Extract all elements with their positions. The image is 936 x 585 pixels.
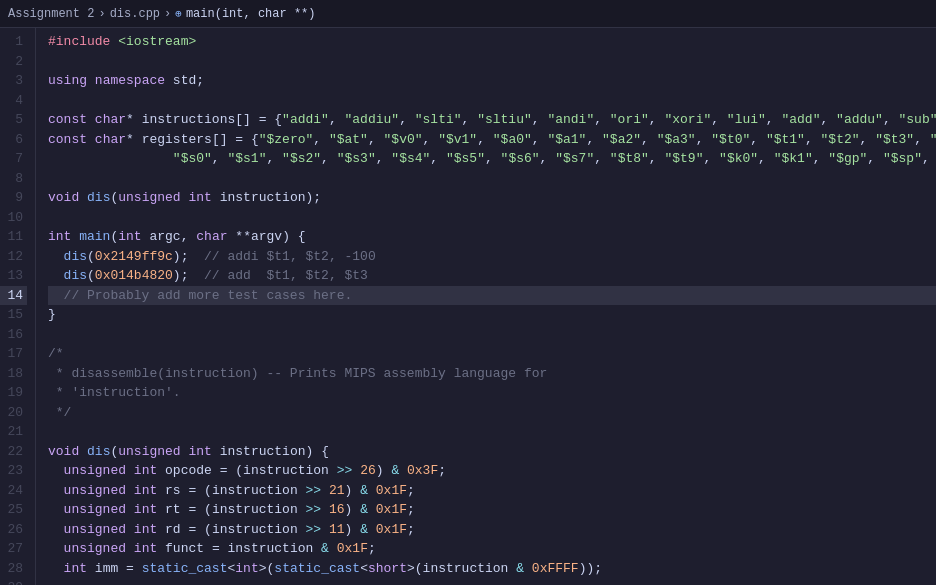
code-line-23: unsigned int opcode = (instruction >> 26… [48,461,936,481]
code-line-27: unsigned int funct = instruction & 0x1F; [48,539,936,559]
code-line-11: int main(int argc, char **argv) { [48,227,936,247]
line-number-26: 26 [0,520,27,540]
line-number-8: 8 [0,169,27,189]
code-line-18: * disassemble(instruction) -- Prints MIP… [48,364,936,384]
line-number-16: 16 [0,325,27,345]
code-line-17: /* [48,344,936,364]
code-line-7: "$s0", "$s1", "$s2", "$s3", "$s4", "$s5"… [48,149,936,169]
code-line-5: const char* instructions[] = {"addi", "a… [48,110,936,130]
line-number-10: 10 [0,208,27,228]
line-number-15: 15 [0,305,27,325]
line-number-4: 4 [0,91,27,111]
tab-breadcrumb: Assignment 2 › dis.cpp › ⊕ main(int, cha… [8,7,316,21]
line-number-11: 11 [0,227,27,247]
code-line-3: using namespace std; [48,71,936,91]
chevron-right-icon2: › [164,7,171,21]
code-line-29 [48,578,936,585]
tab-icon: ⊕ [175,7,182,20]
line-number-18: 18 [0,364,27,384]
code-line-15: } [48,305,936,325]
code-line-21 [48,422,936,442]
line-number-5: 5 [0,110,27,130]
code-line-13: dis(0x014b4820); // add $t1, $t2, $t3 [48,266,936,286]
line-number-25: 25 [0,500,27,520]
code-line-24: unsigned int rs = (instruction >> 21) & … [48,481,936,501]
tab-bar: Assignment 2 › dis.cpp › ⊕ main(int, cha… [0,0,936,28]
line-number-24: 24 [0,481,27,501]
code-line-1: #include <iostream> [48,32,936,52]
code-area: 1234567891011121314151617181920212223242… [0,28,936,585]
line-number-12: 12 [0,247,27,267]
line-number-22: 22 [0,442,27,462]
line-number-23: 23 [0,461,27,481]
line-number-13: 13 [0,266,27,286]
line-number-3: 3 [0,71,27,91]
line-number-14: 14 [0,286,27,306]
code-line-14: // Probably add more test cases here. [48,286,936,306]
line-numbers: 1234567891011121314151617181920212223242… [0,28,36,585]
line-number-9: 9 [0,188,27,208]
chevron-right-icon: › [98,7,105,21]
code-line-6: const char* registers[] = {"$zero", "$at… [48,130,936,150]
line-number-2: 2 [0,52,27,72]
line-number-29: 29 [0,578,27,585]
code-line-10 [48,208,936,228]
code-line-2 [48,52,936,72]
tab-file[interactable]: dis.cpp [110,7,160,21]
line-number-6: 6 [0,130,27,150]
line-number-17: 17 [0,344,27,364]
line-number-19: 19 [0,383,27,403]
code-content[interactable]: #include <iostream> using namespace std;… [36,28,936,585]
line-number-27: 27 [0,539,27,559]
code-line-8 [48,169,936,189]
code-line-16 [48,325,936,345]
code-line-22: void dis(unsigned int instruction) { [48,442,936,462]
tab-function[interactable]: main(int, char **) [186,7,316,21]
line-number-7: 7 [0,149,27,169]
code-line-26: unsigned int rd = (instruction >> 11) & … [48,520,936,540]
code-line-25: unsigned int rt = (instruction >> 16) & … [48,500,936,520]
code-line-12: dis(0x2149ff9c); // addi $t1, $t2, -100 [48,247,936,267]
code-line-9: void dis(unsigned int instruction); [48,188,936,208]
line-number-21: 21 [0,422,27,442]
code-line-4 [48,91,936,111]
tab-assignment[interactable]: Assignment 2 [8,7,94,21]
line-number-20: 20 [0,403,27,423]
line-number-28: 28 [0,559,27,579]
line-number-1: 1 [0,32,27,52]
code-line-20: */ [48,403,936,423]
code-line-28: int imm = static_cast<int>(static_cast<s… [48,559,936,579]
code-line-19: * 'instruction'. [48,383,936,403]
